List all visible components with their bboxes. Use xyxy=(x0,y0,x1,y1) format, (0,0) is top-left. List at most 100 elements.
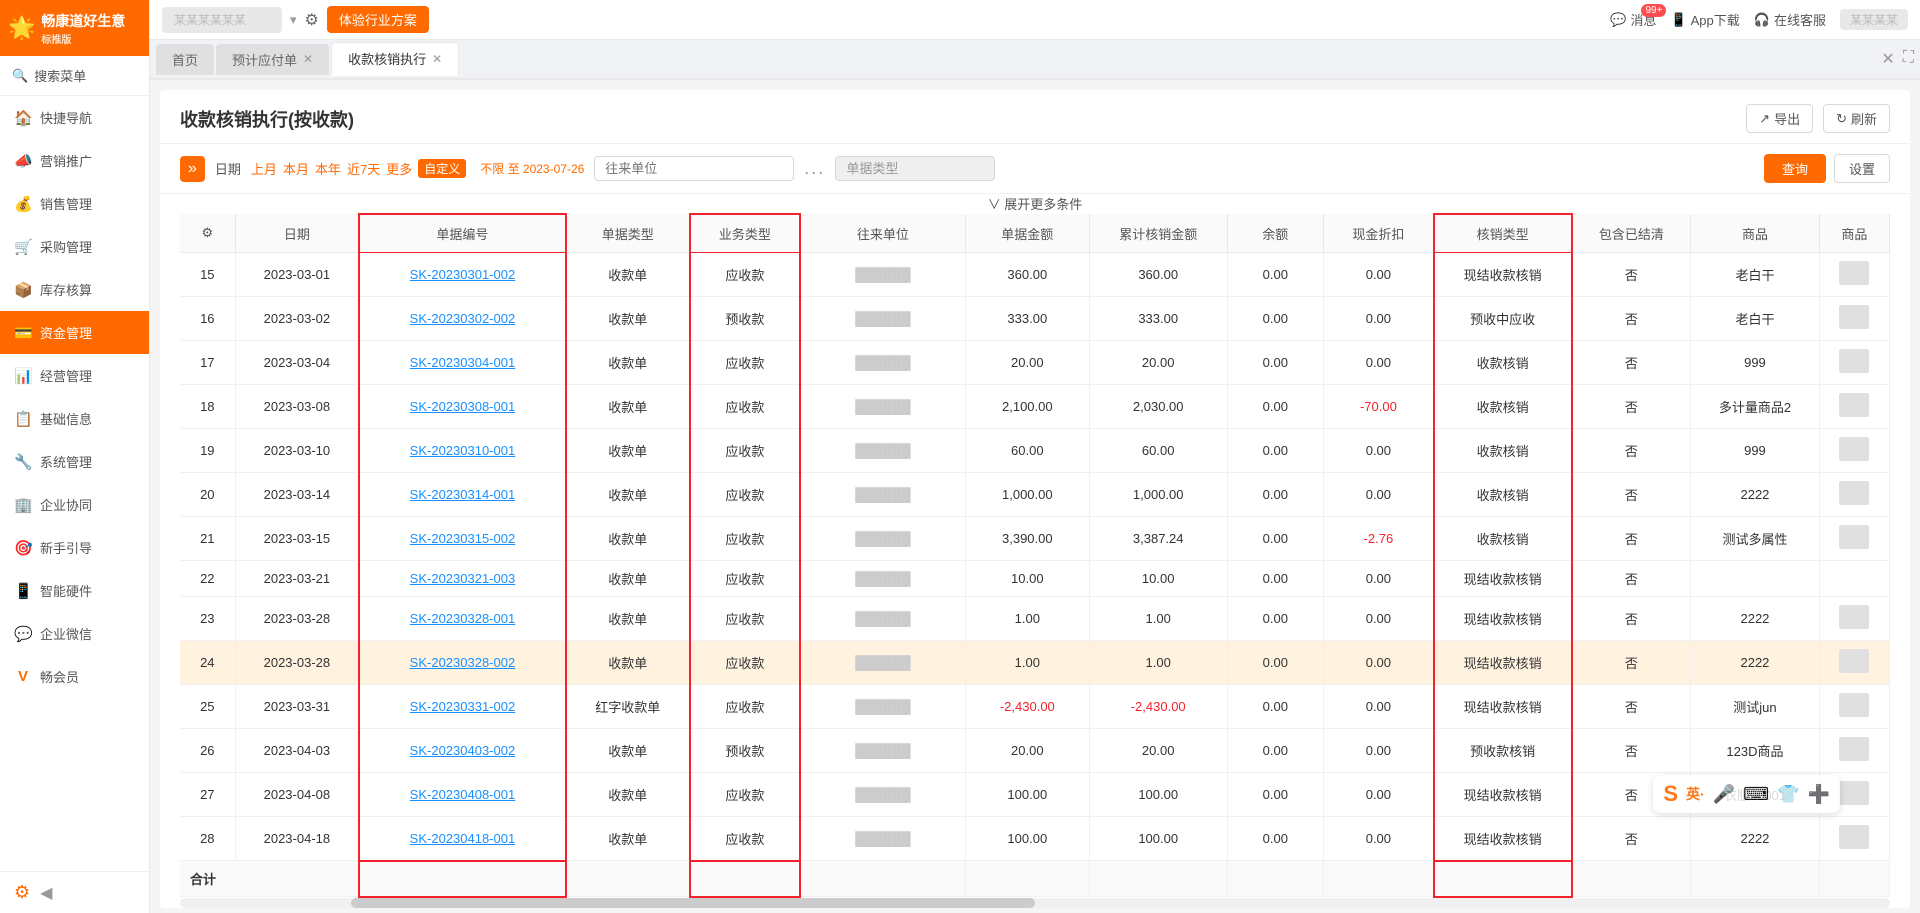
sidebar-item-member[interactable]: V 畅会员 xyxy=(0,655,149,698)
tab-bar: 首页 预计应付单 ✕ 收款核销执行 ✕ ✕ ⛶ xyxy=(150,40,1920,80)
sidebar-item-hardware[interactable]: 📱 智能硬件 xyxy=(0,569,149,612)
table-row[interactable]: 27 2023-04-08 SK-20230408-001 收款单 应收款 ██… xyxy=(180,773,1890,817)
cell-balance: 0.00 xyxy=(1227,517,1323,561)
cell-cum-cancel: 20.00 xyxy=(1089,341,1227,385)
filter-toggle-btn[interactable]: » xyxy=(180,156,205,182)
more-filters-dots[interactable]: ... xyxy=(804,158,825,179)
cell-goods-img xyxy=(1819,641,1889,685)
cell-code[interactable]: SK-20230328-001 xyxy=(359,597,566,641)
date-custom-btn[interactable]: 自定义 xyxy=(418,159,466,178)
date-opt-this-month[interactable]: 本月 xyxy=(283,159,309,178)
data-table: ⚙ 日期 单据编号 单据类型 业务类型 往来单位 单据金额 累计核销金额 余额 … xyxy=(180,213,1890,898)
sidebar-item-funds[interactable]: 💳 资金管理 xyxy=(0,311,149,354)
cell-code[interactable]: SK-20230418-001 xyxy=(359,817,566,861)
cell-balance: 0.00 xyxy=(1227,473,1323,517)
sidebar-item-operation[interactable]: 📊 经营管理 xyxy=(0,354,149,397)
online-service-btn[interactable]: 🎧 在线客服 xyxy=(1754,10,1826,29)
sidebar-item-search[interactable]: 🔍 搜索菜单 xyxy=(0,56,149,96)
home-icon: 🏠 xyxy=(14,109,32,127)
cell-bill-type: 收款单 xyxy=(566,817,690,861)
table-row[interactable]: 17 2023-03-04 SK-20230304-001 收款单 应收款 ██… xyxy=(180,341,1890,385)
table-row[interactable]: 25 2023-03-31 SK-20230331-002 红字收款单 应收款 … xyxy=(180,685,1890,729)
tab-payable-close[interactable]: ✕ xyxy=(303,52,313,66)
cell-balance: 0.00 xyxy=(1227,597,1323,641)
refresh-btn[interactable]: ↻ 刷新 xyxy=(1823,104,1890,133)
sidebar-item-marketing[interactable]: 📣 营销推广 xyxy=(0,139,149,182)
table-row[interactable]: 24 2023-03-28 SK-20230328-002 收款单 应收款 ██… xyxy=(180,641,1890,685)
table-row[interactable]: 16 2023-03-02 SK-20230302-002 收款单 预收款 ██… xyxy=(180,297,1890,341)
receipt-type-select[interactable]: 单据类型 xyxy=(835,156,995,181)
filter-settings-btn[interactable]: 设置 xyxy=(1834,154,1890,183)
sidebar-logo: 🌟 畅康道好生意 标推版 xyxy=(0,0,149,56)
col-header-goods: 商品 xyxy=(1691,214,1819,253)
date-opt-this-year[interactable]: 本年 xyxy=(315,159,341,178)
sidebar-item-system[interactable]: 🔧 系统管理 xyxy=(0,440,149,483)
cell-code[interactable]: SK-20230321-003 xyxy=(359,561,566,597)
table-row[interactable]: 26 2023-04-03 SK-20230403-002 收款单 预收款 ██… xyxy=(180,729,1890,773)
dropdown-arrow-icon[interactable]: ▾ xyxy=(290,12,297,28)
footer-img xyxy=(1819,861,1889,897)
sidebar-collapse-icon[interactable]: ◀ xyxy=(40,883,52,903)
cell-code[interactable]: SK-20230302-002 xyxy=(359,297,566,341)
cell-goods: 2222 xyxy=(1691,641,1819,685)
table-row[interactable]: 15 2023-03-01 SK-20230301-002 收款单 应收款 ██… xyxy=(180,253,1890,297)
cell-code[interactable]: SK-20230304-001 xyxy=(359,341,566,385)
cell-code[interactable]: SK-20230301-002 xyxy=(359,253,566,297)
table-row[interactable]: 23 2023-03-28 SK-20230328-001 收款单 应收款 ██… xyxy=(180,597,1890,641)
col-header-settings[interactable]: ⚙ xyxy=(180,214,235,253)
cell-code[interactable]: SK-20230408-001 xyxy=(359,773,566,817)
sidebar-item-quick[interactable]: 🏠 快捷导航 xyxy=(0,96,149,139)
tabs-close-icon[interactable]: ✕ xyxy=(1881,49,1894,69)
filter-expand-btn[interactable]: ∨ 展开更多条件 xyxy=(988,194,1083,213)
cell-code[interactable]: SK-20230310-001 xyxy=(359,429,566,473)
messages-btn[interactable]: 💬 消息 99+ xyxy=(1610,10,1656,29)
sidebar-item-basic[interactable]: 📋 基础信息 xyxy=(0,397,149,440)
cell-incl-settled: 否 xyxy=(1572,685,1691,729)
table-row[interactable]: 28 2023-04-18 SK-20230418-001 收款单 应收款 ██… xyxy=(180,817,1890,861)
sidebar-item-sales[interactable]: 💰 销售管理 xyxy=(0,182,149,225)
tab-receipt-cancel[interactable]: 收款核销执行 ✕ xyxy=(331,42,459,76)
table-row[interactable]: 20 2023-03-14 SK-20230314-001 收款单 应收款 ██… xyxy=(180,473,1890,517)
tabs-expand-icon[interactable]: ⛶ xyxy=(1903,49,1914,69)
sidebar-item-inventory[interactable]: 📦 库存核算 xyxy=(0,268,149,311)
industry-btn[interactable]: 体验行业方案 xyxy=(327,6,429,33)
customer-input[interactable] xyxy=(594,156,794,181)
cell-code[interactable]: SK-20230315-002 xyxy=(359,517,566,561)
tab-payable[interactable]: 预计应付单 ✕ xyxy=(216,44,329,75)
main-area: 某某某某某某 ▾ ⚙ 体验行业方案 💬 消息 99+ 📱 App下载 🎧 在线客… xyxy=(150,0,1920,913)
sidebar-item-wechat[interactable]: 💬 企业微信 xyxy=(0,612,149,655)
sidebar-item-enterprise[interactable]: 🏢 企业协同 xyxy=(0,483,149,526)
cell-cancel-type: 收款核销 xyxy=(1434,473,1572,517)
cell-discount: -70.00 xyxy=(1324,385,1434,429)
tab-receipt-cancel-close[interactable]: ✕ xyxy=(432,52,442,66)
cell-biz-type: 应收款 xyxy=(690,597,800,641)
cell-code[interactable]: SK-20230403-002 xyxy=(359,729,566,773)
query-btn[interactable]: 查询 xyxy=(1764,154,1826,183)
cell-code[interactable]: SK-20230331-002 xyxy=(359,685,566,729)
sidebar-item-guide[interactable]: 🎯 新手引导 xyxy=(0,526,149,569)
date-opt-more[interactable]: 更多 xyxy=(386,159,412,178)
cell-cancel-type: 收款核销 xyxy=(1434,385,1572,429)
table-row[interactable]: 22 2023-03-21 SK-20230321-003 收款单 应收款 ██… xyxy=(180,561,1890,597)
user-profile[interactable]: 某某某某 xyxy=(1840,9,1908,30)
app-download-btn[interactable]: 📱 App下载 xyxy=(1670,10,1739,29)
topbar-gear-icon[interactable]: ⚙ xyxy=(305,10,319,30)
cell-code[interactable]: SK-20230328-002 xyxy=(359,641,566,685)
scrollbar-thumb[interactable] xyxy=(351,898,1035,908)
table-row[interactable]: 19 2023-03-10 SK-20230310-001 收款单 应收款 ██… xyxy=(180,429,1890,473)
cell-biz-type: 应收款 xyxy=(690,429,800,473)
cell-code[interactable]: SK-20230308-001 xyxy=(359,385,566,429)
export-btn[interactable]: ↗ 导出 xyxy=(1746,104,1813,133)
table-row[interactable]: 18 2023-03-08 SK-20230308-001 收款单 应收款 ██… xyxy=(180,385,1890,429)
cell-biz-type: 应收款 xyxy=(690,817,800,861)
table-scrollbar[interactable] xyxy=(180,898,1890,908)
tab-home[interactable]: 首页 xyxy=(156,44,214,75)
date-opt-7days[interactable]: 近7天 xyxy=(347,159,380,178)
cell-code[interactable]: SK-20230314-001 xyxy=(359,473,566,517)
table-row[interactable]: 21 2023-03-15 SK-20230315-002 收款单 应收款 ██… xyxy=(180,517,1890,561)
cell-date: 2023-03-04 xyxy=(235,341,359,385)
sidebar-settings-icon[interactable]: ⚙ xyxy=(14,882,30,903)
date-opt-last-month[interactable]: 上月 xyxy=(251,159,277,178)
sidebar-item-purchase[interactable]: 🛒 采购管理 xyxy=(0,225,149,268)
cell-cum-cancel: -2,430.00 xyxy=(1089,685,1227,729)
